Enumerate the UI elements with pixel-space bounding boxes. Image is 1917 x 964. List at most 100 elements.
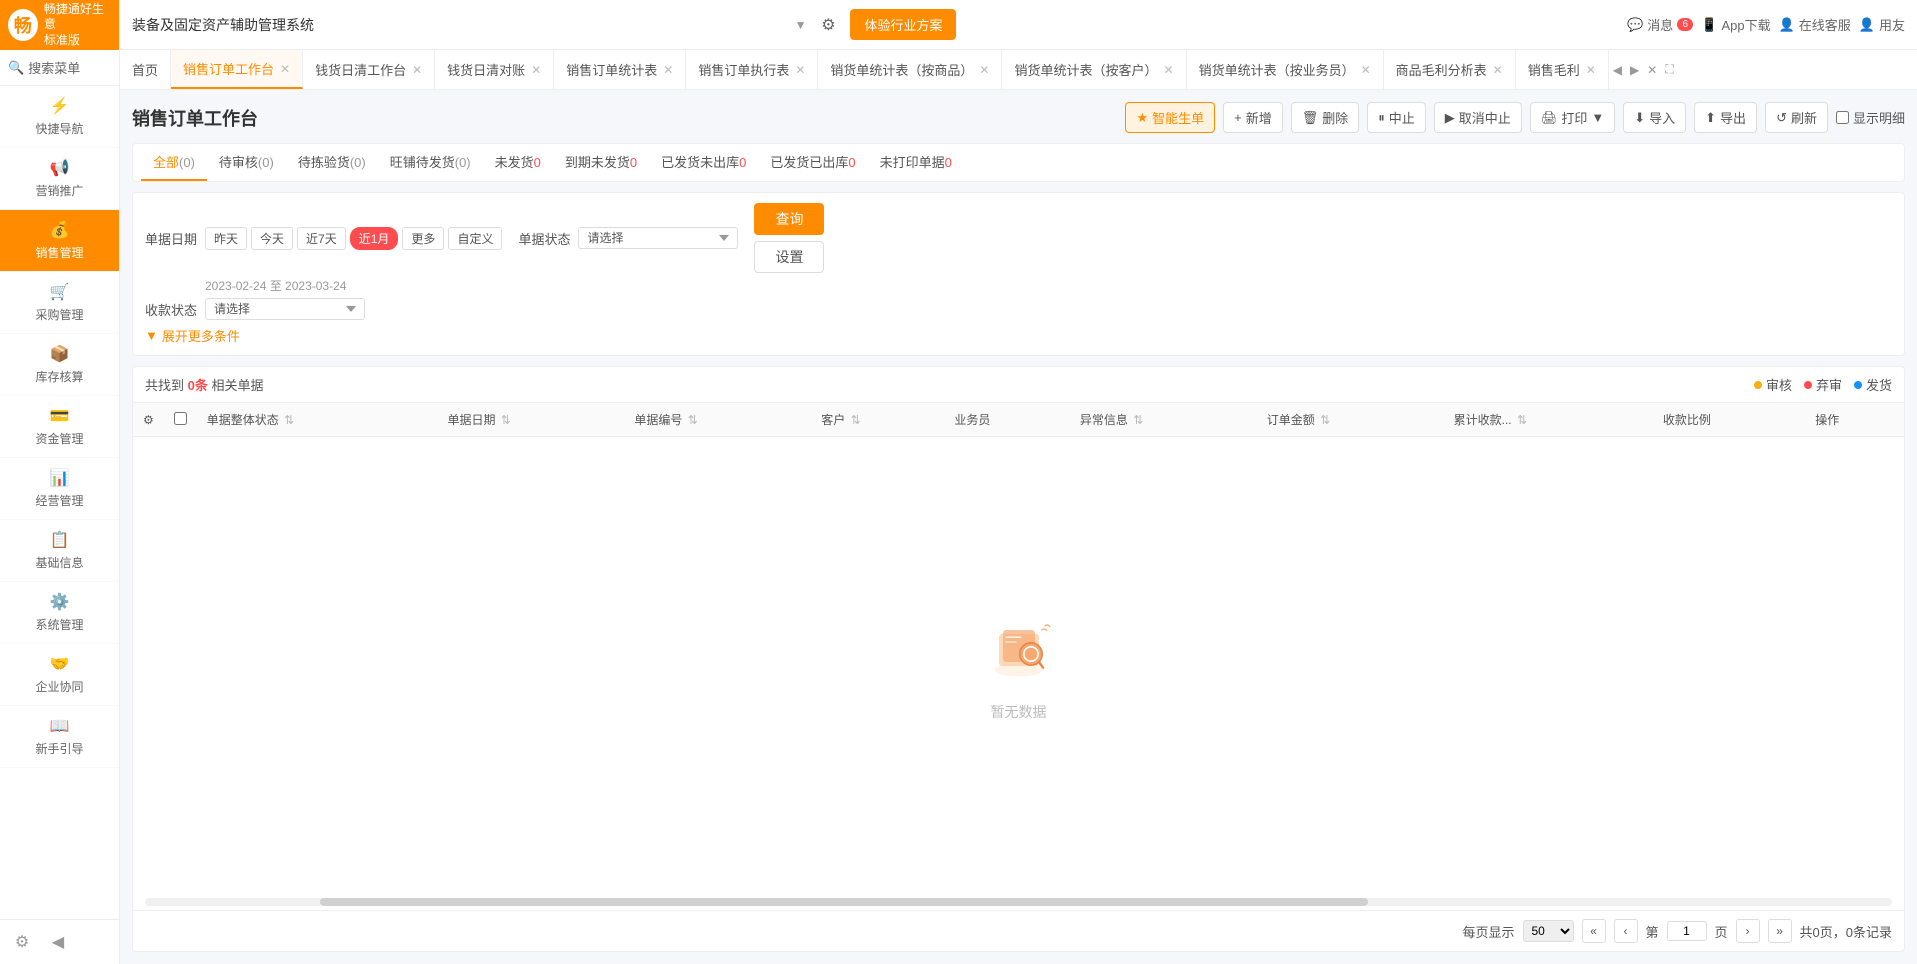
sidebar-nav-item-guide[interactable]: 📖 新手引导 <box>0 706 119 768</box>
filter-tab-shipped-out[interactable]: 已发货已出库0 <box>758 144 867 181</box>
tab-margin[interactable]: 商品毛利分析表 ✕ <box>1384 50 1516 89</box>
status-select[interactable]: 请选择 <box>578 227 738 249</box>
collapse-icon[interactable]: ◀ <box>44 928 72 956</box>
tab-sales-by-customer[interactable]: 销货单统计表（按客户） ✕ <box>1002 50 1186 89</box>
sidebar-nav-item-system[interactable]: ⚙️ 系统管理 <box>0 582 119 644</box>
filter-tab-all[interactable]: 全部(0) <box>141 144 207 181</box>
user-menu-btn[interactable]: 👤 用友 <box>1859 15 1905 34</box>
sort-date-icon[interactable]: ⇅ <box>501 413 511 427</box>
tab-close-product[interactable]: ✕ <box>979 63 989 77</box>
topbar-chevron-icon[interactable]: ▼ <box>795 18 807 32</box>
scrollbar-track[interactable] <box>145 898 1892 906</box>
tab-close-sales-exec[interactable]: ✕ <box>795 63 805 77</box>
topbar-gear-icon[interactable]: ⚙ <box>814 11 842 39</box>
sort-amount-icon[interactable]: ⇅ <box>1320 413 1330 427</box>
date-btn-7days[interactable]: 近7天 <box>297 227 346 250</box>
page-input[interactable] <box>1667 921 1707 941</box>
page-first-btn[interactable]: « <box>1582 919 1606 943</box>
filter-tab-unprinted[interactable]: 未打印单据0 <box>868 144 964 181</box>
industry-btn[interactable]: 体验行业方案 <box>850 9 956 40</box>
per-page-select[interactable]: 50 100 200 <box>1523 920 1574 942</box>
smart-create-btn[interactable]: ★ 智能生单 <box>1125 102 1215 133</box>
sidebar-nav-item-quick[interactable]: ⚡ 快捷导航 <box>0 86 119 148</box>
sidebar-nav-item-sales[interactable]: 💰 销售管理 <box>0 210 119 272</box>
main-area: 装备及固定资产辅助管理系统 ▼ ⚙ 体验行业方案 💬 消息 6 📱 App下载 … <box>120 0 1917 964</box>
sidebar-search[interactable]: 🔍 搜索菜单 <box>0 50 119 86</box>
print-btn[interactable]: 🖨 打印 ▼ <box>1530 102 1615 133</box>
tab-cash-reconcile[interactable]: 钱货日清对账 ✕ <box>435 50 554 89</box>
filter-tab-pending-inspect[interactable]: 待拣验货(0) <box>286 144 378 181</box>
tab-close-sales-stats[interactable]: ✕ <box>663 63 673 77</box>
scrollbar-thumb[interactable] <box>320 898 1368 906</box>
date-btn-more[interactable]: 更多 <box>402 227 444 250</box>
sort-number-icon[interactable]: ⇅ <box>688 413 698 427</box>
tab-sales-exec[interactable]: 销售订单执行表 ✕ <box>686 50 818 89</box>
tab-cash-daily[interactable]: 钱货日清工作台 ✕ <box>303 50 435 89</box>
pause-btn[interactable]: ⏸ 中止 <box>1367 102 1426 133</box>
online-service-btn[interactable]: 👤 在线客服 <box>1779 15 1851 34</box>
page-last-btn[interactable]: » <box>1768 919 1792 943</box>
show-detail-checkbox[interactable] <box>1836 111 1849 124</box>
service-icon: 👤 <box>1779 17 1795 33</box>
sidebar-logo: 畅 畅捷通好生意 标准版 <box>0 0 119 50</box>
date-btn-yesterday[interactable]: 昨天 <box>205 227 247 250</box>
tab-sales-by-staff[interactable]: 销货单统计表（按业务员） ✕ <box>1187 50 1384 89</box>
sort-customer-icon[interactable]: ⇅ <box>851 413 861 427</box>
payment-select[interactable]: 请选择 <box>205 298 365 320</box>
refresh-btn[interactable]: ↺ 刷新 <box>1765 102 1828 133</box>
tab-sales-stats[interactable]: 销售订单统计表 ✕ <box>554 50 686 89</box>
filter-tab-shipped-not-out[interactable]: 已发货未出库0 <box>649 144 758 181</box>
tab-close-all[interactable]: ✕ <box>1643 50 1661 89</box>
filter-tab-pending-review[interactable]: 待审核(0) <box>207 144 286 181</box>
sidebar-nav-item-inventory[interactable]: 📦 库存核算 <box>0 334 119 396</box>
tab-expand[interactable]: ⛶ <box>1661 50 1677 89</box>
sidebar-nav-item-purchase[interactable]: 🛒 采购管理 <box>0 272 119 334</box>
expand-more-btn[interactable]: ▼ 展开更多条件 <box>145 326 1892 345</box>
export-btn[interactable]: ⬆ 导出 <box>1694 102 1757 133</box>
tab-home[interactable]: 首页 <box>120 50 171 89</box>
app-download-btn[interactable]: 📱 App下载 <box>1701 15 1770 34</box>
tab-close-staff[interactable]: ✕ <box>1361 63 1371 77</box>
sidebar-nav-item-finance[interactable]: 💳 资金管理 <box>0 396 119 458</box>
check-all[interactable] <box>174 412 187 425</box>
date-btn-custom[interactable]: 自定义 <box>448 227 502 250</box>
tab-scroll-left[interactable]: ◀ <box>1609 50 1626 89</box>
sort-received-icon[interactable]: ⇅ <box>1517 413 1527 427</box>
tab-close-margin[interactable]: ✕ <box>1493 63 1503 77</box>
tab-close-cash-reconcile[interactable]: ✕ <box>531 63 541 77</box>
settings-bottom-icon[interactable]: ⚙ <box>8 928 36 956</box>
tab-close-customer[interactable]: ✕ <box>1164 63 1174 77</box>
cancel-pause-btn[interactable]: ▶ 取消中止 <box>1434 102 1522 133</box>
import-btn[interactable]: ⬇ 导入 <box>1623 102 1686 133</box>
ship-btn[interactable]: 发货 <box>1854 375 1892 394</box>
tab-close-sales-workbench[interactable]: ✕ <box>280 62 290 76</box>
sidebar-nav-item-cooperation[interactable]: 🤝 企业协同 <box>0 644 119 706</box>
filter-tab-overdue-unshipped[interactable]: 到期未发货0 <box>553 144 649 181</box>
date-btn-1month[interactable]: 近1月 <box>350 227 399 250</box>
tab-profit[interactable]: 销售毛利 ✕ <box>1516 50 1609 89</box>
cancel-review-btn[interactable]: 弃审 <box>1804 375 1842 394</box>
review-btn[interactable]: 审核 <box>1754 375 1792 394</box>
set-btn[interactable]: 设置 <box>754 241 824 273</box>
sidebar-nav-item-marketing[interactable]: 📢 营销推广 <box>0 148 119 210</box>
sidebar-nav-item-operation[interactable]: 📊 经营管理 <box>0 458 119 520</box>
delete-btn[interactable]: 🗑 删除 <box>1291 102 1360 133</box>
tab-sales-workbench[interactable]: 销售订单工作台 ✕ <box>171 50 303 89</box>
page-prev-btn[interactable]: ‹ <box>1614 919 1638 943</box>
sort-status-icon[interactable]: ⇅ <box>284 413 294 427</box>
add-btn[interactable]: + 新增 <box>1223 102 1283 133</box>
tab-close-profit[interactable]: ✕ <box>1586 63 1596 77</box>
filter-tab-wang-pending[interactable]: 旺铺待发货(0) <box>378 144 483 181</box>
sort-abnormal-icon[interactable]: ⇅ <box>1133 413 1143 427</box>
date-btn-today[interactable]: 今天 <box>251 227 293 250</box>
query-btn[interactable]: 查询 <box>754 203 824 235</box>
page-suffix: 页 <box>1715 922 1728 941</box>
tab-close-cash-daily[interactable]: ✕ <box>412 63 422 77</box>
filter-tab-unshipped[interactable]: 未发货0 <box>483 144 553 181</box>
message-btn[interactable]: 💬 消息 6 <box>1627 15 1693 34</box>
tab-scroll-right[interactable]: ▶ <box>1626 50 1643 89</box>
sidebar-nav-item-basic[interactable]: 📋 基础信息 <box>0 520 119 582</box>
page-next-btn[interactable]: › <box>1736 919 1760 943</box>
tab-sales-by-product[interactable]: 销货单统计表（按商品） ✕ <box>818 50 1002 89</box>
cancel-pause-icon: ▶ <box>1445 110 1455 126</box>
